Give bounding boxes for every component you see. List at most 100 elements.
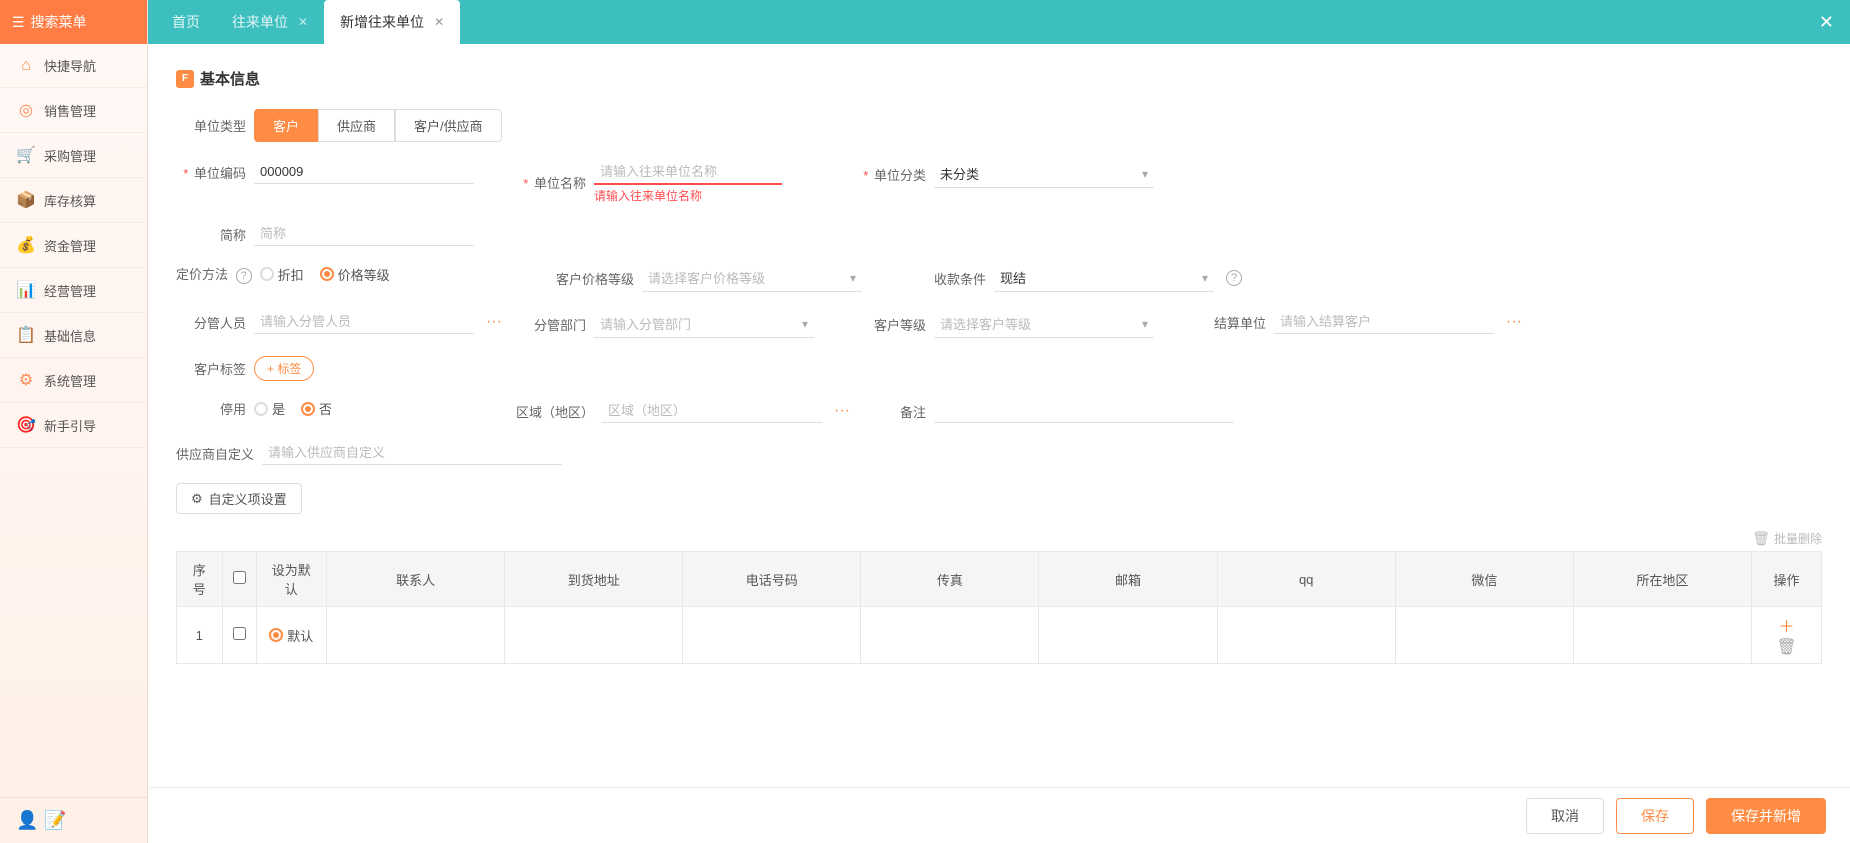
radio-price-level[interactable]: 价格等级 bbox=[320, 265, 390, 284]
short-name-input[interactable] bbox=[254, 222, 474, 246]
cell-contact[interactable] bbox=[327, 607, 505, 664]
unit-category-select[interactable]: 未分类 ▾ bbox=[934, 160, 1154, 188]
contact-input[interactable] bbox=[337, 628, 494, 643]
operation-icon: 📊 bbox=[16, 280, 36, 300]
sidebar-item-basic[interactable]: 📋 基础信息 bbox=[0, 313, 147, 358]
payment-help-icon[interactable]: ? bbox=[1226, 270, 1242, 286]
batch-delete-label[interactable]: 批量删除 bbox=[1774, 530, 1822, 547]
cell-fax[interactable] bbox=[861, 607, 1039, 664]
window-close-button[interactable]: ✕ bbox=[1811, 12, 1842, 33]
sidebar-item-quick-nav[interactable]: ⌂ 快捷导航 bbox=[0, 44, 147, 88]
unit-code-label: * 单位编码 bbox=[176, 163, 246, 182]
sidebar-item-newbie[interactable]: 🎯 新手引导 bbox=[0, 403, 147, 448]
dropdown-arrow-icon2: ▾ bbox=[850, 271, 856, 285]
tab-new-partner-close[interactable]: ✕ bbox=[434, 15, 444, 29]
payment-terms-select[interactable]: 现结 ▾ bbox=[994, 264, 1214, 292]
sidebar-item-system[interactable]: ⚙ 系统管理 bbox=[0, 358, 147, 403]
col-default: 设为默认 bbox=[256, 552, 327, 607]
region-more-button[interactable]: ··· bbox=[830, 402, 854, 420]
add-tag-button[interactable]: + 标签 bbox=[254, 356, 314, 381]
type-btn-customer[interactable]: 客户 bbox=[254, 109, 318, 142]
customer-price-level-select[interactable]: 请选择客户价格等级 ▾ bbox=[642, 264, 862, 292]
delete-row-button[interactable]: 🗑 bbox=[1773, 637, 1799, 657]
cell-qq[interactable] bbox=[1217, 607, 1395, 664]
basic-icon: 📋 bbox=[16, 325, 36, 345]
department-select[interactable]: 请输入分管部门 ▾ bbox=[594, 310, 814, 338]
cell-region[interactable] bbox=[1573, 607, 1751, 664]
note-input[interactable] bbox=[934, 399, 1234, 423]
phone-input[interactable] bbox=[693, 628, 850, 643]
gear-icon: ⚙ bbox=[191, 491, 203, 507]
tab-partners[interactable]: 往来单位 ✕ bbox=[216, 0, 324, 44]
add-row-button[interactable]: ＋ bbox=[1775, 613, 1797, 637]
cancel-button[interactable]: 取消 bbox=[1526, 798, 1604, 834]
save-button[interactable]: 保存 bbox=[1616, 798, 1694, 834]
row-checkbox[interactable] bbox=[233, 627, 246, 640]
disabled-radio-group: 是 否 bbox=[254, 399, 332, 418]
fax-input[interactable] bbox=[871, 628, 1028, 643]
radio-discount[interactable]: 折扣 bbox=[260, 265, 304, 284]
cell-checkbox bbox=[222, 607, 256, 664]
region-field: 区域（地区） ··· bbox=[516, 399, 856, 423]
search-menu-label: 搜索菜单 bbox=[31, 12, 87, 32]
section-title: F 基本信息 bbox=[176, 68, 1822, 89]
cell-wechat[interactable] bbox=[1395, 607, 1573, 664]
radio-yes[interactable]: 是 bbox=[254, 399, 285, 418]
region-label: 区域（地区） bbox=[516, 402, 594, 421]
sidebar-item-operation[interactable]: 📊 经营管理 bbox=[0, 268, 147, 313]
default-radio[interactable]: 默认 bbox=[267, 626, 317, 645]
tab-home[interactable]: 首页 bbox=[156, 0, 216, 44]
sidebar-item-inventory[interactable]: 📦 库存核算 bbox=[0, 178, 147, 223]
sidebar-item-sales[interactable]: ◎ 销售管理 bbox=[0, 88, 147, 133]
cell-address[interactable] bbox=[505, 607, 683, 664]
sidebar-item-purchase[interactable]: 🛒 采购管理 bbox=[0, 133, 147, 178]
unit-type-field: 单位类型 客户 供应商 客户/供应商 bbox=[176, 109, 1822, 142]
radio-yes-circle bbox=[254, 402, 268, 416]
pricing-row: 定价方法 ? 折扣 价格等级 客户价格 bbox=[176, 264, 1822, 292]
email-input[interactable] bbox=[1049, 628, 1206, 643]
customer-level-field: 客户等级 请选择客户等级 ▾ bbox=[856, 310, 1196, 338]
manager-input[interactable] bbox=[254, 310, 474, 334]
type-btn-supplier[interactable]: 供应商 bbox=[318, 109, 395, 142]
short-name-row: 简称 bbox=[176, 222, 1822, 246]
region-table-input[interactable] bbox=[1584, 628, 1741, 643]
sidebar-item-label: 基础信息 bbox=[44, 326, 96, 345]
sidebar: ☰ 搜索菜单 ⌂ 快捷导航 ◎ 销售管理 🛒 采购管理 📦 库存核算 💰 资金管… bbox=[0, 0, 148, 843]
col-index: 序号 bbox=[177, 552, 223, 607]
custom-settings-button[interactable]: ⚙ 自定义项设置 bbox=[176, 483, 302, 514]
wechat-input[interactable] bbox=[1406, 628, 1563, 643]
unit-name-field: * 单位名称 请输入往来单位名称 bbox=[516, 160, 856, 204]
cell-email[interactable] bbox=[1039, 607, 1217, 664]
tab-partners-close[interactable]: ✕ bbox=[298, 15, 308, 29]
note-label: 备注 bbox=[856, 402, 926, 421]
pricing-help-icon[interactable]: ? bbox=[236, 268, 252, 284]
home-icon: ⌂ bbox=[16, 57, 36, 75]
type-btn-both[interactable]: 客户/供应商 bbox=[395, 109, 502, 142]
unit-category-field: * 单位分类 未分类 ▾ bbox=[856, 160, 1196, 188]
tab-new-partner[interactable]: 新增往来单位 ✕ bbox=[324, 0, 460, 44]
select-all-checkbox[interactable] bbox=[233, 571, 246, 584]
qq-input[interactable] bbox=[1228, 628, 1385, 643]
customer-level-select[interactable]: 请选择客户等级 ▾ bbox=[934, 310, 1154, 338]
tag-label: 客户标签 bbox=[176, 359, 246, 378]
region-input[interactable] bbox=[602, 399, 822, 423]
cell-phone[interactable] bbox=[683, 607, 861, 664]
sidebar-item-finance[interactable]: 💰 资金管理 bbox=[0, 223, 147, 268]
address-input[interactable] bbox=[515, 628, 672, 643]
required-star2: * bbox=[523, 176, 528, 191]
dropdown-arrow-icon3: ▾ bbox=[1202, 271, 1208, 285]
tag-row: 客户标签 + 标签 bbox=[176, 356, 1822, 381]
supplier-custom-field: 供应商自定义 bbox=[176, 441, 1822, 465]
search-menu-button[interactable]: ☰ 搜索菜单 bbox=[0, 0, 147, 44]
supplier-custom-input[interactable] bbox=[262, 441, 562, 465]
unit-code-input[interactable] bbox=[254, 160, 474, 184]
radio-no[interactable]: 否 bbox=[301, 399, 332, 418]
manager-more-button[interactable]: ··· bbox=[482, 313, 506, 331]
save-new-button[interactable]: 保存并新增 bbox=[1706, 798, 1826, 834]
dropdown-arrow-icon4: ▾ bbox=[802, 317, 808, 331]
settlement-more-button[interactable]: ··· bbox=[1502, 313, 1526, 331]
col-fax: 传真 bbox=[861, 552, 1039, 607]
settlement-input[interactable] bbox=[1274, 310, 1494, 334]
unit-name-input[interactable] bbox=[594, 160, 782, 185]
tab-home-label: 首页 bbox=[172, 12, 200, 32]
